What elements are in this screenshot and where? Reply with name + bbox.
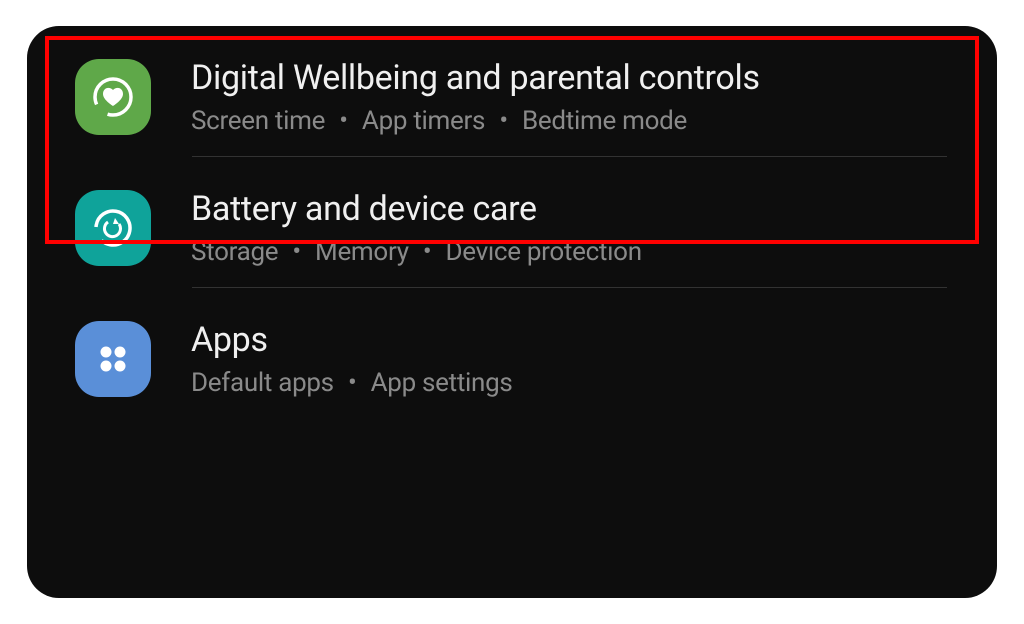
settings-panel: Digital Wellbeing and parental controls … (27, 26, 997, 598)
item-text: Battery and device care Storage • Memory… (191, 189, 957, 267)
settings-item-apps[interactable]: Apps Default apps • App settings (27, 288, 997, 418)
item-text: Apps Default apps • App settings (191, 320, 957, 398)
item-title: Apps (191, 320, 957, 360)
settings-item-battery[interactable]: Battery and device care Storage • Memory… (27, 157, 997, 287)
item-subtitle: Storage • Memory • Device protection (191, 237, 957, 267)
item-subtitle: Default apps • App settings (191, 368, 957, 398)
wellbeing-icon (75, 59, 151, 135)
item-title: Digital Wellbeing and parental controls (191, 58, 957, 98)
item-subtitle: Screen time • App timers • Bedtime mode (191, 106, 957, 136)
battery-care-icon (75, 190, 151, 266)
settings-item-wellbeing[interactable]: Digital Wellbeing and parental controls … (27, 26, 997, 156)
apps-icon (75, 321, 151, 397)
item-title: Battery and device care (191, 189, 957, 229)
item-text: Digital Wellbeing and parental controls … (191, 58, 957, 136)
